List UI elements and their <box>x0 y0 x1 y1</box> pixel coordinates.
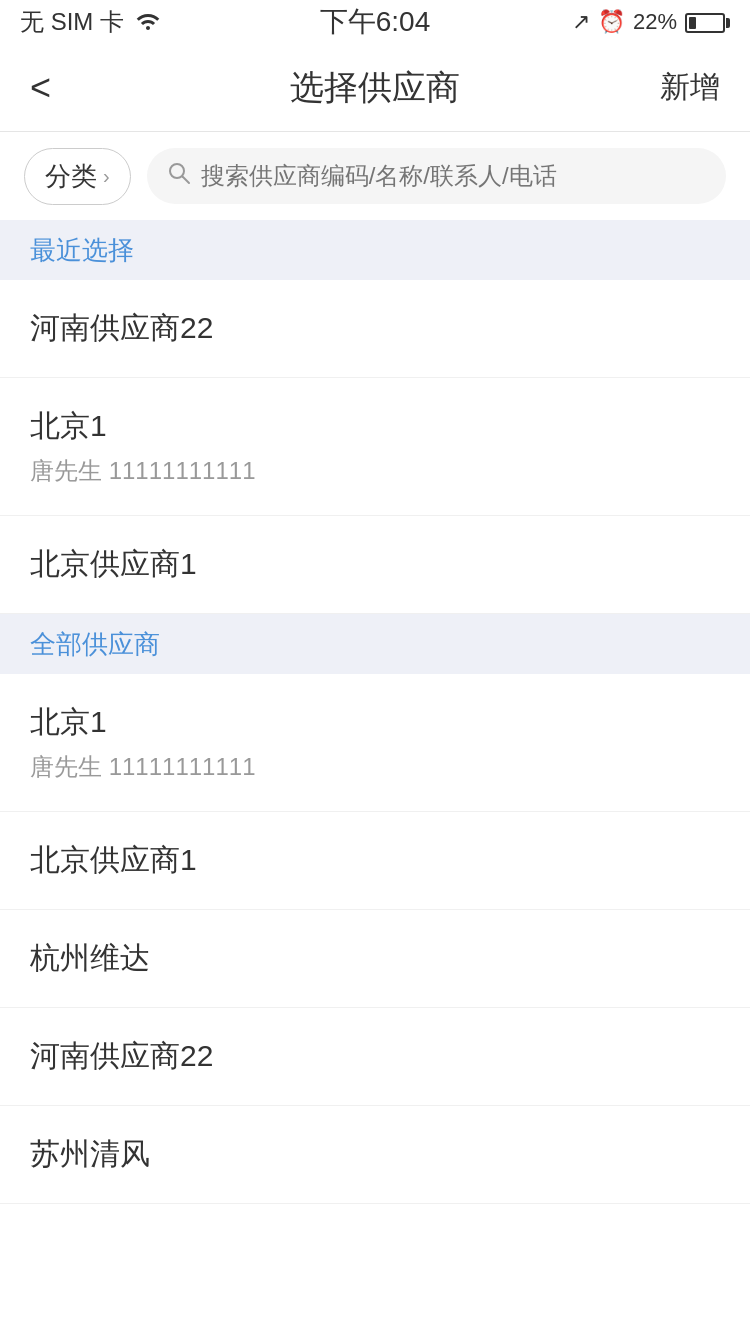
alarm-icon: ⏰ <box>598 9 625 35</box>
category-button[interactable]: 分类 › <box>24 148 131 205</box>
supplier-name: 河南供应商22 <box>30 1036 720 1077</box>
list-item[interactable]: 河南供应商22 <box>0 1008 750 1106</box>
supplier-name: 杭州维达 <box>30 938 720 979</box>
supplier-sub: 唐先生 11111111111 <box>30 455 720 487</box>
list-item[interactable]: 河南供应商22 <box>0 280 750 378</box>
supplier-name: 北京供应商1 <box>30 840 720 881</box>
category-label: 分类 <box>45 159 97 194</box>
battery-percent: 22% <box>633 9 677 35</box>
supplier-name: 河南供应商22 <box>30 308 720 349</box>
search-input[interactable] <box>201 162 706 190</box>
recent-section-label: 最近选择 <box>30 233 134 268</box>
recent-section-header: 最近选择 <box>0 220 750 280</box>
status-bar: 无 SIM 卡 下午6:04 ↗ ⏰ 22% <box>0 0 750 44</box>
search-icon <box>167 161 191 191</box>
status-bar-right: ↗ ⏰ 22% <box>572 9 730 35</box>
list-item[interactable]: 苏州清风 <box>0 1106 750 1204</box>
nav-bar: < 选择供应商 新增 <box>0 44 750 132</box>
supplier-name: 北京1 <box>30 702 720 743</box>
page-title: 选择供应商 <box>290 65 460 111</box>
wifi-icon <box>134 8 162 36</box>
list-item[interactable]: 北京1 唐先生 11111111111 <box>0 674 750 812</box>
supplier-name: 北京1 <box>30 406 720 447</box>
supplier-name: 北京供应商1 <box>30 544 720 585</box>
search-bar[interactable] <box>147 148 726 204</box>
filter-bar: 分类 › <box>0 132 750 220</box>
svg-line-1 <box>182 177 189 184</box>
all-section-label: 全部供应商 <box>30 627 160 662</box>
all-section-header: 全部供应商 <box>0 614 750 674</box>
carrier-label: 无 SIM 卡 <box>20 6 124 38</box>
location-icon: ↗ <box>572 9 590 35</box>
chevron-right-icon: › <box>103 165 110 188</box>
list-item[interactable]: 北京1 唐先生 11111111111 <box>0 378 750 516</box>
supplier-name: 苏州清风 <box>30 1134 720 1175</box>
list-item[interactable]: 杭州维达 <box>0 910 750 1008</box>
battery-icon <box>685 9 730 35</box>
recent-items-list: 河南供应商22 北京1 唐先生 11111111111 北京供应商1 <box>0 280 750 614</box>
status-bar-left: 无 SIM 卡 <box>20 6 162 38</box>
back-button[interactable]: < <box>30 67 90 109</box>
supplier-sub: 唐先生 11111111111 <box>30 751 720 783</box>
add-button[interactable]: 新增 <box>660 67 720 108</box>
list-item[interactable]: 北京供应商1 <box>0 516 750 614</box>
all-items-list: 北京1 唐先生 11111111111 北京供应商1 杭州维达 河南供应商22 … <box>0 674 750 1204</box>
list-item[interactable]: 北京供应商1 <box>0 812 750 910</box>
status-bar-time: 下午6:04 <box>320 3 431 41</box>
